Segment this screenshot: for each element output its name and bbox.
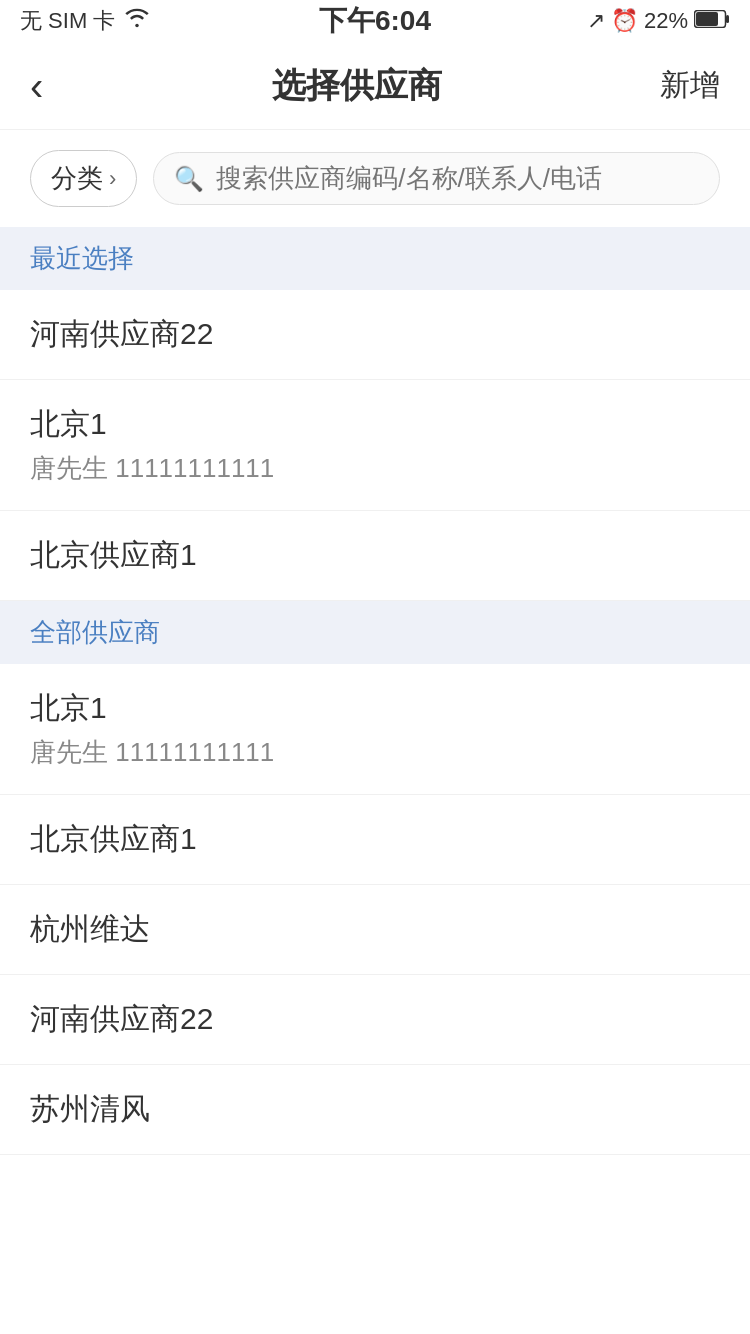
item-name: 杭州维达 [30,909,720,950]
status-right: ↗ ⏰ 22% [587,8,730,34]
nav-bar: ‹ 选择供应商 新增 [0,42,750,130]
filter-bar: 分类 › 🔍 [0,130,750,227]
list-item[interactable]: 苏州清风 [0,1065,750,1155]
search-icon: 🔍 [174,165,204,193]
recent-section-label: 最近选择 [30,243,134,273]
battery-label: 22% [644,8,688,34]
status-time: 下午6:04 [319,2,431,40]
sim-label: 无 SIM 卡 [20,6,115,36]
alarm-icon: ⏰ [611,8,638,34]
item-name: 北京1 [30,404,720,445]
chevron-icon: › [109,166,116,192]
page-title: 选择供应商 [272,63,442,109]
item-sub: 唐先生 11111111111 [30,451,720,486]
search-box[interactable]: 🔍 [153,152,720,205]
list-item[interactable]: 河南供应商22 [0,975,750,1065]
all-section-header: 全部供应商 [0,601,750,664]
item-name: 北京供应商1 [30,535,720,576]
category-label: 分类 [51,161,103,196]
item-name: 河南供应商22 [30,999,720,1040]
item-name: 北京1 [30,688,720,729]
status-left: 无 SIM 卡 [20,6,151,36]
list-item[interactable]: 北京供应商1 [0,511,750,601]
status-bar: 无 SIM 卡 下午6:04 ↗ ⏰ 22% [0,0,750,42]
list-item[interactable]: 北京1 唐先生 11111111111 [0,380,750,511]
new-action-button[interactable]: 新增 [660,65,720,106]
item-name: 北京供应商1 [30,819,720,860]
list-item[interactable]: 河南供应商22 [0,290,750,380]
list-item[interactable]: 北京供应商1 [0,795,750,885]
recent-section-header: 最近选择 [0,227,750,290]
all-section-label: 全部供应商 [30,617,160,647]
list-item[interactable]: 北京1 唐先生 11111111111 [0,664,750,795]
battery-icon [694,8,730,34]
back-button[interactable]: ‹ [20,56,53,116]
item-name: 苏州清风 [30,1089,720,1130]
svg-rect-1 [696,12,718,26]
category-button[interactable]: 分类 › [30,150,137,207]
location-icon: ↗ [587,8,605,34]
recent-list: 河南供应商22 北京1 唐先生 11111111111 北京供应商1 [0,290,750,601]
all-list: 北京1 唐先生 11111111111 北京供应商1 杭州维达河南供应商22 苏州清风 [0,664,750,1155]
item-name: 河南供应商22 [30,314,720,355]
item-sub: 唐先生 11111111111 [30,735,720,770]
search-input[interactable] [216,163,699,194]
svg-rect-2 [726,15,729,23]
list-item[interactable]: 杭州维达 [0,885,750,975]
wifi-icon [123,8,151,34]
